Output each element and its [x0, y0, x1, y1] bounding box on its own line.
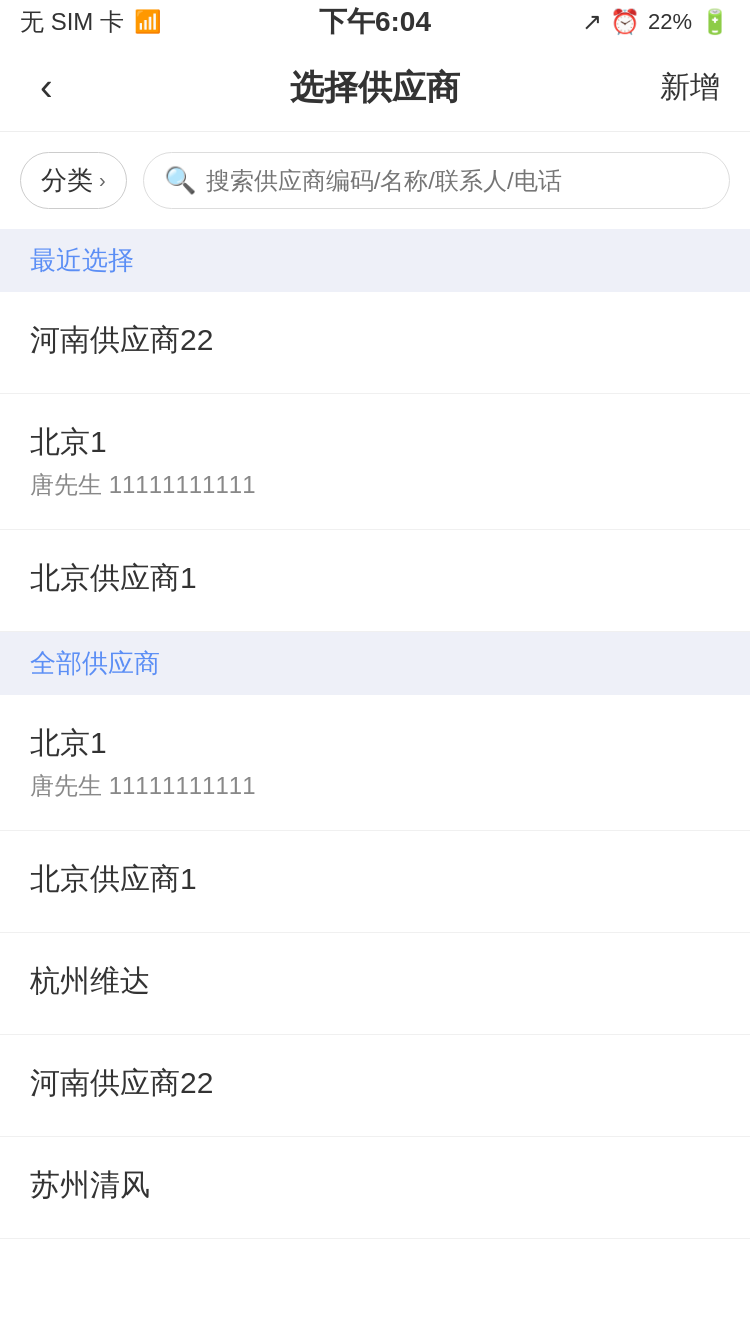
filter-bar: 分类 › 🔍: [0, 132, 750, 229]
status-time: 下午6:04: [319, 3, 431, 41]
list-item[interactable]: 北京1 唐先生 11111111111: [0, 394, 750, 530]
no-sim-label: 无 SIM 卡: [20, 6, 124, 38]
recent-list: 河南供应商22 北京1 唐先生 11111111111 北京供应商1: [0, 292, 750, 632]
list-item-name: 苏州清风: [30, 1165, 720, 1206]
battery-indicator: 22%: [648, 9, 692, 35]
list-item-name: 北京供应商1: [30, 859, 720, 900]
list-item-sub: 唐先生 11111111111: [30, 469, 720, 501]
recent-section-title: 最近选择: [30, 245, 134, 275]
nav-bar: ‹ 选择供应商 新增: [0, 44, 750, 132]
list-item[interactable]: 杭州维达: [0, 933, 750, 1035]
list-item[interactable]: 河南供应商22: [0, 1035, 750, 1137]
list-item-name: 北京1: [30, 723, 720, 764]
page-title: 选择供应商: [290, 65, 460, 111]
category-label: 分类: [41, 163, 93, 198]
list-item-name: 北京供应商1: [30, 558, 720, 599]
search-icon: 🔍: [164, 165, 196, 196]
location-icon: ↗: [582, 8, 602, 36]
list-item-sub: 唐先生 11111111111: [30, 770, 720, 802]
list-item[interactable]: 北京1 唐先生 11111111111: [0, 695, 750, 831]
status-bar: 无 SIM 卡 📶 下午6:04 ↗ ⏰ 22% 🔋: [0, 0, 750, 44]
list-item-name: 河南供应商22: [30, 1063, 720, 1104]
wifi-icon: 📶: [134, 9, 161, 35]
search-input[interactable]: [206, 167, 709, 195]
list-item-name: 北京1: [30, 422, 720, 463]
search-box: 🔍: [143, 152, 730, 209]
all-section-header: 全部供应商: [0, 632, 750, 695]
chevron-right-icon: ›: [99, 169, 106, 192]
category-button[interactable]: 分类 ›: [20, 152, 127, 209]
all-section-title: 全部供应商: [30, 648, 160, 678]
list-item[interactable]: 苏州清风: [0, 1137, 750, 1239]
list-item[interactable]: 北京供应商1: [0, 530, 750, 632]
all-list: 北京1 唐先生 11111111111 北京供应商1 杭州维达河南供应商22 苏州清风: [0, 695, 750, 1239]
list-item[interactable]: 河南供应商22: [0, 292, 750, 394]
list-item-name: 杭州维达: [30, 961, 720, 1002]
list-item[interactable]: 北京供应商1: [0, 831, 750, 933]
back-button[interactable]: ‹: [30, 56, 63, 119]
add-button[interactable]: 新增: [660, 67, 720, 108]
battery-icon: 🔋: [700, 8, 730, 36]
recent-section-header: 最近选择: [0, 229, 750, 292]
list-item-name: 河南供应商22: [30, 320, 720, 361]
status-right: ↗ ⏰ 22% 🔋: [582, 8, 730, 36]
alarm-icon: ⏰: [610, 8, 640, 36]
status-left: 无 SIM 卡 📶: [20, 6, 161, 38]
